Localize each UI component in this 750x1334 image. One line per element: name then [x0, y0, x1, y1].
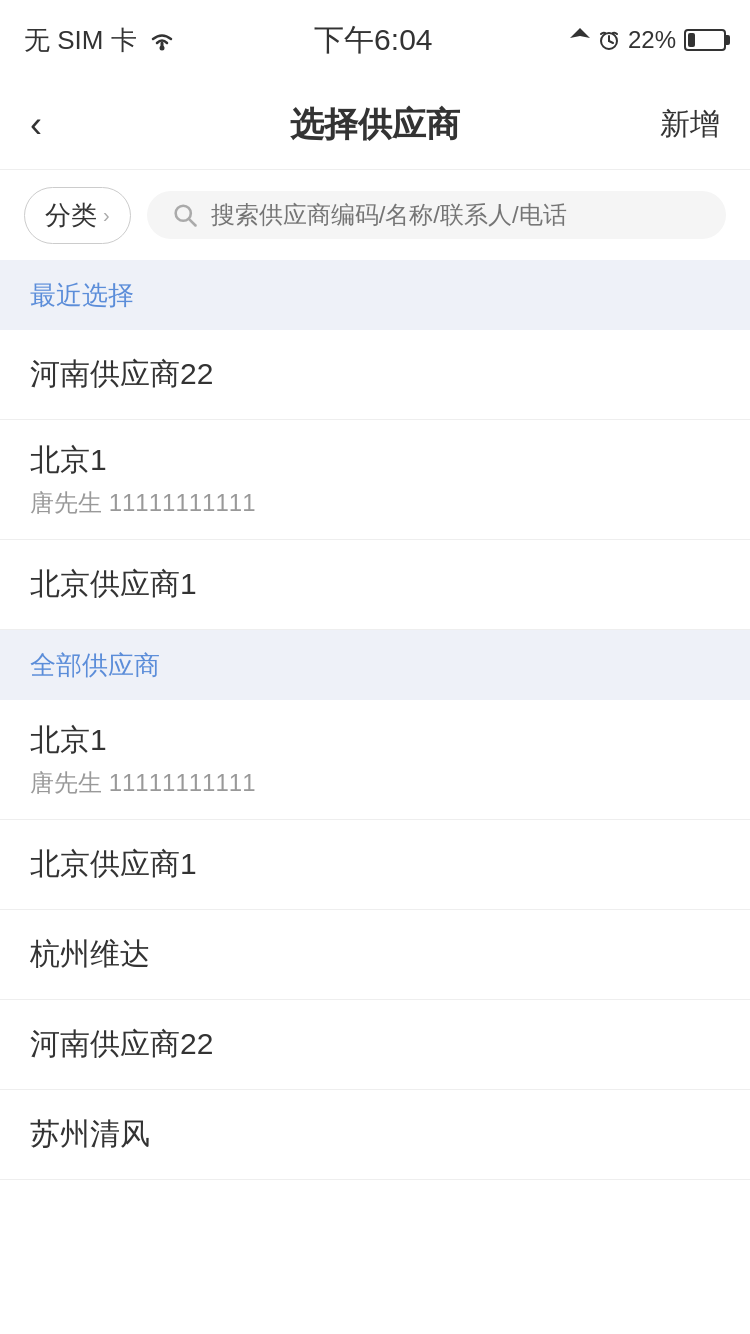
nav-bar: ‹ 选择供应商 新增	[0, 80, 750, 170]
battery-icon	[684, 29, 726, 51]
all-section-header: 全部供应商	[0, 630, 750, 700]
item-name: 河南供应商22	[30, 354, 720, 395]
battery-box	[684, 29, 726, 51]
list-item[interactable]: 河南供应商22	[0, 330, 750, 420]
status-left: 无 SIM 卡	[24, 23, 177, 58]
list-item[interactable]: 苏州清风	[0, 1090, 750, 1180]
back-button[interactable]: ‹	[30, 104, 90, 146]
item-name: 北京1	[30, 720, 720, 761]
item-sub: 唐先生 11111111111	[30, 767, 720, 799]
item-sub: 唐先生 11111111111	[30, 487, 720, 519]
status-right: 22%	[570, 26, 726, 54]
status-time: 下午6:04	[314, 20, 432, 61]
list-item[interactable]: 北京供应商1	[0, 820, 750, 910]
list-item[interactable]: 北京1 唐先生 11111111111	[0, 700, 750, 820]
list-item[interactable]: 杭州维达	[0, 910, 750, 1000]
search-icon	[171, 201, 199, 229]
category-button[interactable]: 分类 ›	[24, 187, 131, 244]
location-icon	[570, 28, 590, 52]
item-name: 北京供应商1	[30, 844, 720, 885]
recent-list: 河南供应商22 北京1 唐先生 11111111111 北京供应商1	[0, 330, 750, 630]
list-item[interactable]: 北京1 唐先生 11111111111	[0, 420, 750, 540]
wifi-icon	[147, 29, 177, 51]
search-input[interactable]	[211, 201, 702, 229]
svg-line-3	[609, 41, 613, 43]
svg-point-0	[159, 46, 164, 51]
recent-section-header: 最近选择	[0, 260, 750, 330]
list-item[interactable]: 河南供应商22	[0, 1000, 750, 1090]
filter-bar: 分类 ›	[0, 170, 750, 260]
item-name: 河南供应商22	[30, 1024, 720, 1065]
item-name: 北京1	[30, 440, 720, 481]
battery-fill	[688, 33, 695, 47]
search-box[interactable]	[147, 191, 726, 239]
category-arrow-icon: ›	[103, 204, 110, 227]
status-bar: 无 SIM 卡 下午6:04 22%	[0, 0, 750, 80]
item-name: 杭州维达	[30, 934, 720, 975]
item-name: 苏州清风	[30, 1114, 720, 1155]
svg-line-5	[189, 219, 195, 225]
battery-percent: 22%	[628, 26, 676, 54]
category-label: 分类	[45, 198, 97, 233]
add-button[interactable]: 新增	[660, 104, 720, 145]
carrier-text: 无 SIM 卡	[24, 23, 137, 58]
all-section-title: 全部供应商	[30, 648, 160, 683]
all-list: 北京1 唐先生 11111111111 北京供应商1 杭州维达河南供应商22 苏州清风	[0, 700, 750, 1180]
item-name: 北京供应商1	[30, 564, 720, 605]
list-item[interactable]: 北京供应商1	[0, 540, 750, 630]
recent-section-title: 最近选择	[30, 278, 134, 313]
page-title: 选择供应商	[290, 102, 460, 148]
alarm-icon	[598, 29, 620, 51]
